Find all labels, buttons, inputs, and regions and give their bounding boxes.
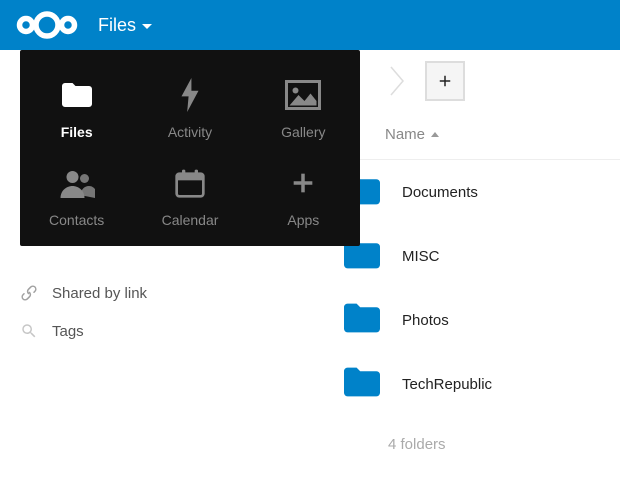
sidebar-item-tags[interactable]: Tags: [0, 312, 325, 350]
image-icon: [285, 78, 321, 112]
app-menu-item-calendar[interactable]: Calendar: [133, 150, 246, 238]
toolbar: [325, 50, 620, 112]
name-column-header[interactable]: Name: [385, 126, 439, 143]
calendar-icon: [174, 166, 206, 200]
app-menu-item-contacts[interactable]: Contacts: [20, 150, 133, 238]
file-row[interactable]: MISC: [325, 224, 620, 288]
app-item-label: Calendar: [162, 212, 219, 228]
file-row[interactable]: Photos: [325, 288, 620, 352]
plus-icon: [289, 166, 317, 200]
main-content: Name Documents MISC Photos TechRepublic 4 f…: [325, 50, 620, 502]
app-item-label: Files: [61, 124, 93, 140]
chevron-down-icon: [142, 24, 152, 29]
app-item-label: Contacts: [49, 212, 104, 228]
logo-icon: [14, 8, 80, 42]
file-list-summary: 4 folders: [370, 416, 620, 473]
app-menu-dropdown: Files Activity Gallery Contacts Calendar Apps: [20, 50, 360, 246]
app-item-label: Apps: [287, 212, 319, 228]
file-name: TechRepublic: [402, 376, 492, 393]
app-menu-item-gallery[interactable]: Gallery: [247, 62, 360, 150]
folder-icon: [340, 364, 384, 405]
file-name: Photos: [402, 312, 449, 329]
file-name: MISC: [402, 248, 440, 265]
plus-icon: [436, 72, 454, 90]
folder-icon: [340, 300, 384, 341]
sidebar-item-label: Shared by link: [52, 285, 147, 302]
app-switcher[interactable]: Files: [98, 15, 152, 36]
search-icon: [20, 322, 38, 340]
file-name: Documents: [402, 184, 478, 201]
name-header-label: Name: [385, 126, 425, 143]
link-icon: [20, 284, 38, 302]
sort-ascending-icon: [431, 132, 439, 137]
nextcloud-logo[interactable]: [14, 8, 80, 42]
sidebar-item-label: Tags: [52, 323, 84, 340]
app-item-label: Activity: [168, 124, 212, 140]
app-menu-item-apps[interactable]: Apps: [247, 150, 360, 238]
app-menu-item-files[interactable]: Files: [20, 62, 133, 150]
file-list-header: Name: [325, 112, 620, 160]
app-menu-item-activity[interactable]: Activity: [133, 62, 246, 150]
folder-icon: [59, 78, 95, 112]
bolt-icon: [179, 78, 201, 112]
app-switcher-label: Files: [98, 15, 136, 36]
file-row[interactable]: Documents: [325, 160, 620, 224]
sidebar: Shared by link Tags: [0, 260, 325, 364]
contacts-icon: [59, 166, 95, 200]
new-button[interactable]: [425, 61, 465, 101]
header-bar: Files: [0, 0, 620, 50]
sidebar-item-shared-by-link[interactable]: Shared by link: [0, 274, 325, 312]
app-item-label: Gallery: [281, 124, 325, 140]
file-row[interactable]: TechRepublic: [325, 352, 620, 416]
file-list: Documents MISC Photos TechRepublic: [325, 160, 620, 416]
